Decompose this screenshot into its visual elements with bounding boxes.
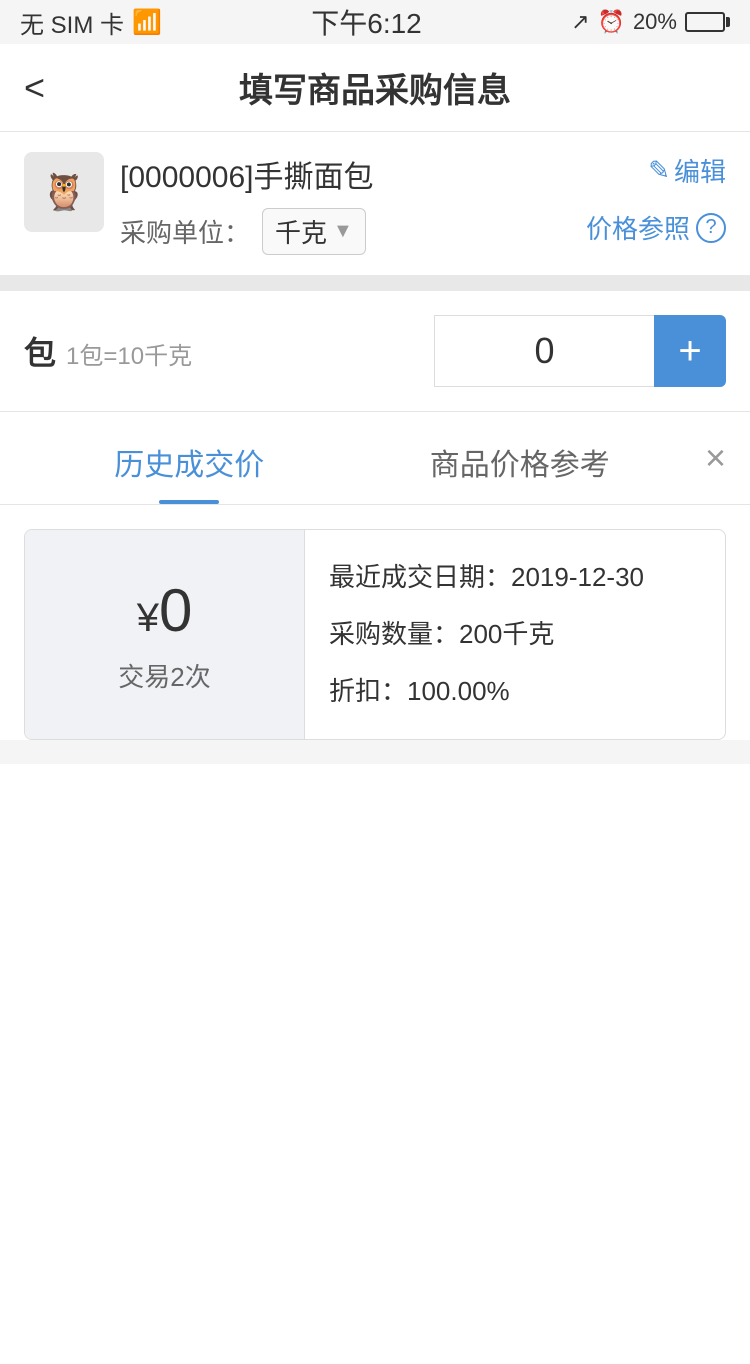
chevron-down-icon: ▼	[333, 220, 353, 243]
status-right: ↗ ⏰ 20%	[571, 9, 730, 35]
status-left: 无 SIM 卡 📶	[20, 5, 162, 40]
price-card: ¥0 交易2次 最近成交日期：2019-12-30 采购数量：200千克 折扣：…	[24, 529, 726, 740]
product-card: 🦉 [0000006]手撕面包 采购单位： 千克 ▼ ✎ 编辑	[0, 132, 750, 275]
recent-date-row: 最近成交日期：2019-12-30	[329, 558, 701, 597]
no-sim-text: 无 SIM 卡	[20, 5, 124, 40]
unit-value: 千克	[275, 213, 327, 250]
nav-bar: < 填写商品采购信息	[0, 44, 750, 132]
price-ref-label: 价格参照	[586, 209, 690, 246]
quantity-conversion: 1包=10千克	[66, 336, 192, 371]
location-icon: ↗	[571, 9, 589, 35]
product-info: [0000006]手撕面包 采购单位： 千克 ▼	[120, 152, 373, 255]
back-button[interactable]: <	[24, 67, 45, 109]
price-card-left: ¥0 交易2次	[25, 530, 305, 739]
product-name: [0000006]手撕面包	[120, 152, 373, 196]
currency-symbol: ¥	[137, 596, 159, 640]
tab-history-price[interactable]: 历史成交价	[24, 412, 354, 504]
tab-bar: 历史成交价 商品价格参考 ×	[0, 412, 750, 505]
edit-icon: ✎	[648, 155, 670, 186]
price-reference-button[interactable]: 价格参照 ?	[586, 209, 726, 246]
edit-button[interactable]: ✎ 编辑	[648, 152, 726, 189]
section-divider	[0, 275, 750, 291]
quantity-input[interactable]: 0	[434, 315, 654, 387]
edit-label: 编辑	[674, 152, 726, 189]
unit-select[interactable]: 千克 ▼	[262, 208, 366, 255]
product-logo-icon: 🦉	[42, 171, 87, 213]
price-amount: ¥0	[137, 576, 193, 645]
alarm-icon: ⏰	[598, 9, 625, 35]
tab-content: ¥0 交易2次 最近成交日期：2019-12-30 采购数量：200千克 折扣：…	[0, 529, 750, 740]
unit-label: 采购单位：	[120, 213, 250, 250]
trade-count: 交易2次	[118, 657, 210, 694]
quantity-unit: 包	[24, 328, 56, 374]
tab-close-button[interactable]: ×	[685, 417, 726, 499]
bottom-area	[0, 764, 750, 1364]
page-title: 填写商品采购信息	[239, 63, 511, 112]
battery-icon	[685, 12, 730, 32]
wifi-icon: 📶	[132, 8, 162, 37]
status-bar: 无 SIM 卡 📶 下午6:12 ↗ ⏰ 20%	[0, 0, 750, 44]
product-thumbnail: 🦉	[24, 152, 104, 232]
help-icon: ?	[696, 213, 726, 243]
quantity-plus-button[interactable]: +	[654, 315, 726, 387]
status-time: 下午6:12	[311, 2, 422, 42]
discount-row: 折扣：100.00%	[329, 672, 701, 711]
plus-icon: +	[678, 329, 701, 374]
price-card-right: 最近成交日期：2019-12-30 采购数量：200千克 折扣：100.00%	[305, 530, 725, 739]
battery-percent: 20%	[633, 9, 677, 35]
tab-product-price-ref[interactable]: 商品价格参考	[354, 412, 684, 504]
quantity-row: 包 1包=10千克 0 +	[0, 291, 750, 411]
quantity-row-detail: 采购数量：200千克	[329, 615, 701, 654]
tab-section: 历史成交价 商品价格参考 × ¥0 交易2次 最近成交日期：2019-12-30…	[0, 411, 750, 740]
